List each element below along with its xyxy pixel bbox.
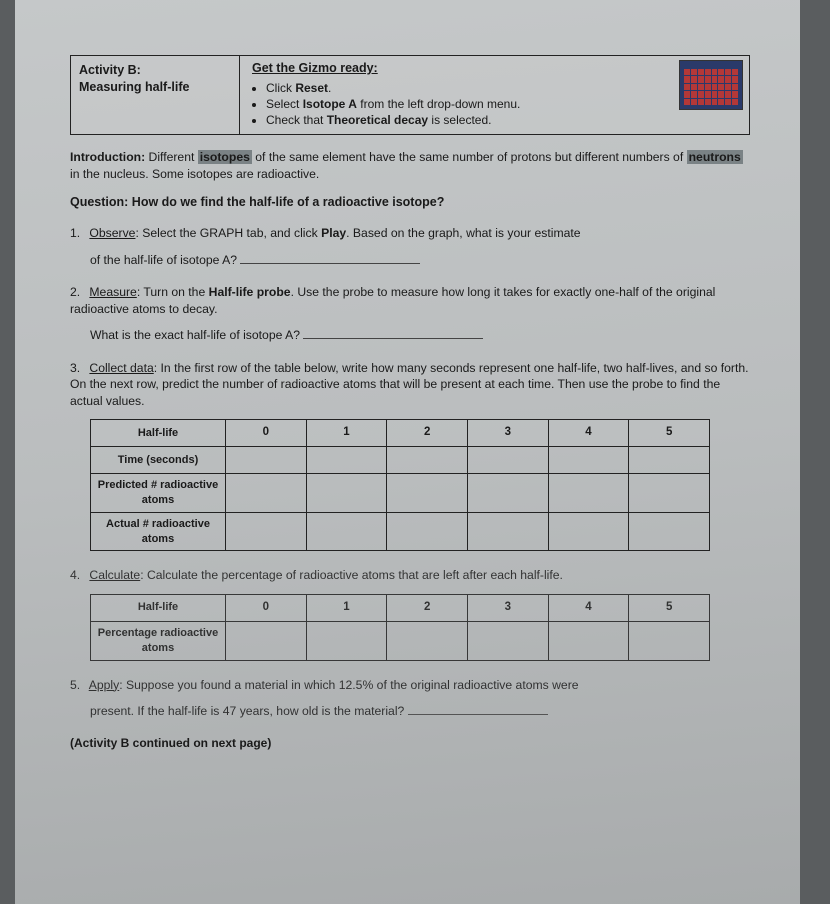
question-4: 4. Calculate: Calculate the percentage o… (70, 567, 750, 660)
keyword-isotopes: isotopes (198, 150, 252, 164)
question-3: 3. Collect data: In the first row of the… (70, 360, 750, 552)
table-row: Half-life 0 1 2 3 4 5 (91, 420, 710, 447)
table-row: Percentage radioactive atoms (91, 621, 710, 660)
gizmo-ready-title: Get the Gizmo ready: (252, 61, 378, 75)
gizmo-ready-list: Click Reset. Select Isotope A from the l… (266, 80, 741, 129)
answer-blank-1[interactable] (240, 252, 420, 264)
continued-note: (Activity B continued on next page) (70, 735, 750, 751)
ready-bullet-1: Click Reset. (266, 80, 741, 96)
table-row: Predicted # radioactive atoms (91, 474, 710, 513)
activity-title-cell: Activity B: Measuring half-life (71, 56, 240, 134)
gizmo-ready-cell: Get the Gizmo ready: Click Reset. Select… (240, 56, 749, 134)
half-life-table-2: Half-life 0 1 2 3 4 5 Percentage radioac… (90, 594, 710, 661)
answer-blank-2[interactable] (303, 327, 483, 339)
question-5: 5. Apply: Suppose you found a material i… (70, 677, 750, 720)
gizmo-thumbnail (679, 60, 743, 110)
introduction-text: Introduction: Different isotopes of the … (70, 149, 750, 182)
activity-name: Measuring half-life (79, 80, 189, 94)
table-row: Time (seconds) (91, 447, 710, 474)
question-5-sub: present. If the half-life is 47 years, h… (90, 703, 750, 719)
ready-bullet-3: Check that Theoretical decay is selected… (266, 112, 741, 128)
question-2: 2. Measure: Turn on the Half-life probe.… (70, 284, 750, 343)
question-2-sub: What is the exact half-life of isotope A… (90, 327, 750, 343)
gizmo-thumbnail-grid (684, 69, 738, 105)
question-1-sub: of the half-life of isotope A? (90, 252, 750, 268)
answer-blank-5[interactable] (408, 703, 548, 715)
activity-header-box: Activity B: Measuring half-life Get the … (70, 55, 750, 135)
half-life-table-1: Half-life 0 1 2 3 4 5 Time (seconds) Pre… (90, 419, 710, 551)
worksheet-page: Activity B: Measuring half-life Get the … (15, 0, 800, 904)
keyword-neutrons: neutrons (687, 150, 743, 164)
question-1: 1. Observe: Select the GRAPH tab, and cl… (70, 225, 750, 268)
main-question: Question: How do we find the half-life o… (70, 194, 750, 211)
ready-bullet-2: Select Isotope A from the left drop-down… (266, 96, 741, 112)
table-row: Actual # radioactive atoms (91, 512, 710, 551)
table-row: Half-life 0 1 2 3 4 5 (91, 594, 710, 621)
activity-label: Activity B: (79, 63, 141, 77)
